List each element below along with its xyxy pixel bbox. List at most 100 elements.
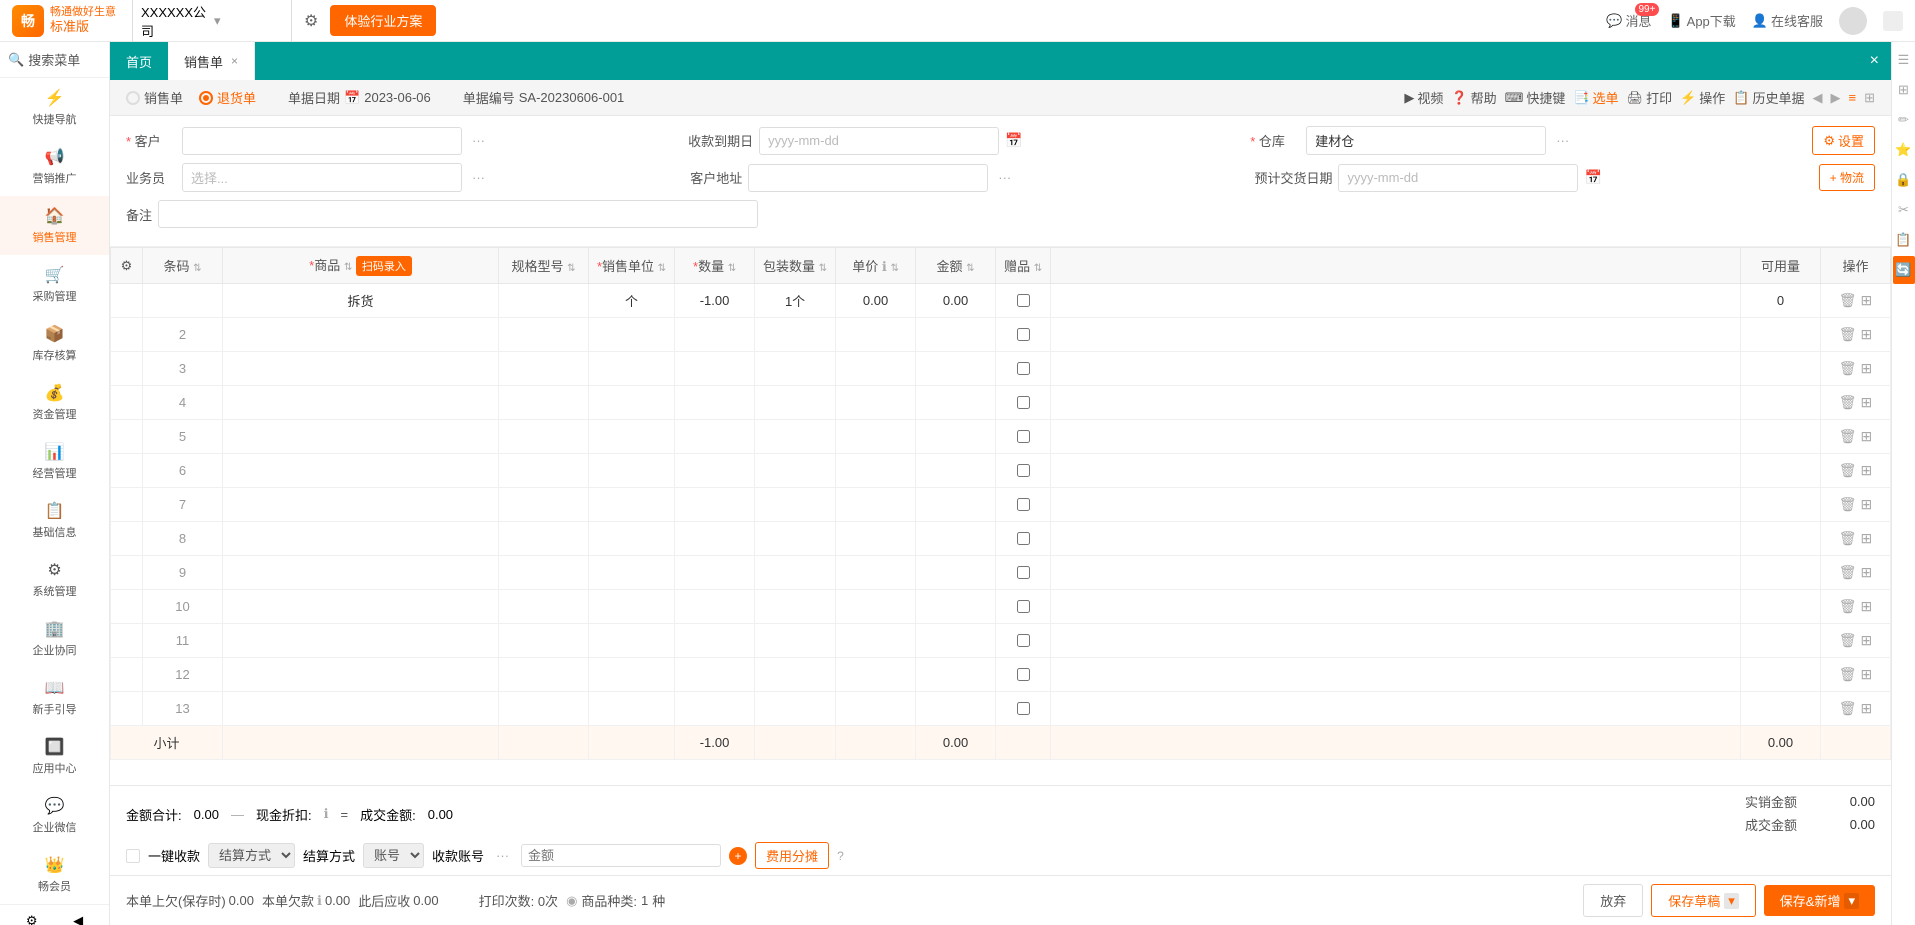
sidebar-item-marketing[interactable]: 📢 营销推广 (0, 137, 109, 196)
sidebar-item-basic[interactable]: 📋 基础信息 (0, 491, 109, 550)
gift-checkbox[interactable] (1017, 328, 1030, 341)
print-btn[interactable]: 🖨 打印 (1627, 88, 1673, 107)
delete-icon[interactable]: 🗑 (1839, 462, 1857, 479)
cell-pack-qty-1[interactable]: 1个 (755, 284, 836, 318)
tab-close-icon[interactable]: × (231, 54, 238, 68)
delete-icon[interactable]: 🗑 (1839, 394, 1857, 411)
user-avatar[interactable] (1839, 7, 1867, 35)
customer-addr-input[interactable] (748, 164, 988, 192)
sidebar-item-member[interactable]: 👑 畅会员 (0, 845, 109, 904)
cell-product-1[interactable]: 拆货 (223, 284, 499, 318)
video-btn[interactable]: ▶ 视频 (1404, 88, 1443, 107)
sidebar-item-system[interactable]: ⚙ 系统管理 (0, 550, 109, 609)
delete-icon[interactable]: 🗑 (1839, 598, 1857, 615)
gift-checkbox-1[interactable] (1017, 294, 1030, 307)
sidebar-item-appcenter[interactable]: 🔲 应用中心 (0, 727, 109, 786)
copy-icon[interactable]: ⊞ (1861, 496, 1873, 513)
copy-icon[interactable]: ⊞ (1861, 564, 1873, 581)
sort-pack-qty[interactable]: ⇅ (819, 263, 827, 274)
sidebar-settings-icon[interactable]: ⚙ (26, 913, 38, 925)
cell-unit-1[interactable]: 个 (588, 284, 674, 318)
cell-amount-1[interactable]: 0.00 (916, 284, 996, 318)
save-draft-button[interactable]: 保存草稿 ▾ (1651, 884, 1756, 917)
delete-icon[interactable]: 🗑 (1839, 632, 1857, 649)
history-btn[interactable]: 📋 历史单据 (1733, 88, 1804, 107)
gift-checkbox[interactable] (1017, 396, 1030, 409)
cell-price-1[interactable]: 0.00 (836, 284, 916, 318)
copy-icon[interactable]: ⊞ (1861, 428, 1873, 445)
delete-icon[interactable]: 🗑 (1839, 428, 1857, 445)
customer-more-icon[interactable]: ··· (468, 133, 489, 148)
copy-icon-1[interactable]: ⊞ (1861, 292, 1873, 309)
right-panel-item-orange[interactable]: 🔄 (1893, 256, 1915, 284)
right-panel-item-4[interactable]: ⭐ (1893, 136, 1915, 164)
cell-product[interactable] (223, 318, 499, 352)
payment-add-button[interactable]: + (729, 847, 747, 865)
sort-spec[interactable]: ⇅ (567, 263, 575, 274)
app-download-button[interactable]: 📱 App下载 (1667, 11, 1735, 30)
sidebar-item-sales[interactable]: 🏠 销售管理 (0, 196, 109, 255)
right-panel-item-2[interactable]: ⊞ (1893, 76, 1915, 104)
radio-return[interactable]: 退货单 (199, 88, 256, 107)
circle-icon[interactable]: ◉ (566, 893, 577, 909)
payment-amount-input[interactable] (521, 844, 721, 867)
copy-icon[interactable]: ⊞ (1861, 462, 1873, 479)
copy-icon[interactable]: ⊞ (1861, 360, 1873, 377)
warehouse-input[interactable]: 建材仓 (1306, 126, 1546, 155)
sort-product[interactable]: ⇅ (344, 262, 352, 273)
right-panel-item-3[interactable]: ✏ (1893, 106, 1915, 134)
customer-input[interactable] (182, 127, 462, 155)
delete-icon[interactable]: 🗑 (1839, 700, 1857, 717)
cell-spec-1[interactable] (498, 284, 588, 318)
delete-icon[interactable]: 🗑 (1839, 326, 1857, 343)
copy-icon[interactable]: ⊞ (1861, 326, 1873, 343)
help-btn[interactable]: ❓ 帮助 (1451, 88, 1496, 107)
save-new-arrow[interactable]: ▾ (1844, 893, 1859, 909)
sidebar-item-finance[interactable]: 💰 资金管理 (0, 373, 109, 432)
view-list-icon[interactable]: ≡ (1849, 90, 1857, 105)
message-button[interactable]: 💬 消息 99+ (1606, 11, 1651, 30)
salesman-input[interactable]: 选择... (182, 163, 462, 192)
sidebar-item-guide[interactable]: 📖 新手引导 (0, 668, 109, 727)
gift-checkbox[interactable] (1017, 600, 1030, 613)
delete-icon[interactable]: 🗑 (1839, 666, 1857, 683)
save-new-button[interactable]: 保存&新增 ▾ (1764, 885, 1875, 916)
delete-icon[interactable]: 🗑 (1839, 564, 1857, 581)
sidebar-search[interactable]: 🔍 搜索菜单 (0, 42, 109, 78)
shortcut-btn[interactable]: ⌨ 快捷键 (1505, 88, 1566, 107)
view-grid-icon[interactable]: ⊞ (1864, 90, 1875, 106)
copy-icon[interactable]: ⊞ (1861, 666, 1873, 683)
gift-checkbox[interactable] (1017, 498, 1030, 511)
gift-checkbox[interactable] (1017, 532, 1030, 545)
copy-icon[interactable]: ⊞ (1861, 598, 1873, 615)
discount-help-icon[interactable]: ℹ (324, 806, 329, 822)
cell-qty-1[interactable]: -1.00 (675, 284, 755, 318)
delete-icon[interactable]: 🗑 (1839, 360, 1857, 377)
scan-btn[interactable]: 扫码录入 (356, 256, 412, 276)
copy-icon[interactable]: ⊞ (1861, 530, 1873, 547)
sort-qty[interactable]: ⇅ (728, 263, 736, 274)
sidebar-item-operations[interactable]: 📊 经营管理 (0, 432, 109, 491)
tab-sales-order[interactable]: 销售单 × (168, 42, 255, 80)
payment-date-input[interactable]: yyyy-mm-dd (759, 127, 999, 155)
radio-sales[interactable]: 销售单 (126, 88, 183, 107)
delete-icon[interactable]: 🗑 (1839, 530, 1857, 547)
th-config[interactable]: ⚙ (111, 248, 143, 284)
sidebar-item-wechat[interactable]: 💬 企业微信 (0, 786, 109, 845)
gift-checkbox[interactable] (1017, 362, 1030, 375)
select-btn[interactable]: 📑 选单 (1573, 88, 1618, 107)
sidebar-item-inventory[interactable]: 📦 库存核算 (0, 314, 109, 373)
warehouse-more-icon[interactable]: ··· (1552, 133, 1573, 148)
gift-checkbox[interactable] (1017, 668, 1030, 681)
payment-method-select[interactable]: 结算方式 (208, 843, 295, 868)
gift-checkbox[interactable] (1017, 702, 1030, 715)
expense-help-icon[interactable]: ? (837, 849, 844, 863)
right-panel-item-1[interactable]: ☰ (1893, 46, 1915, 74)
salesman-more-icon[interactable]: ··· (468, 170, 489, 185)
operate-btn[interactable]: ⚡ 操作 (1680, 88, 1725, 107)
copy-icon[interactable]: ⊞ (1861, 700, 1873, 717)
gift-checkbox[interactable] (1017, 430, 1030, 443)
delete-icon[interactable]: 🗑 (1839, 496, 1857, 513)
gift-checkbox[interactable] (1017, 634, 1030, 647)
settings-button[interactable]: ⚙ 设置 (1812, 126, 1875, 155)
